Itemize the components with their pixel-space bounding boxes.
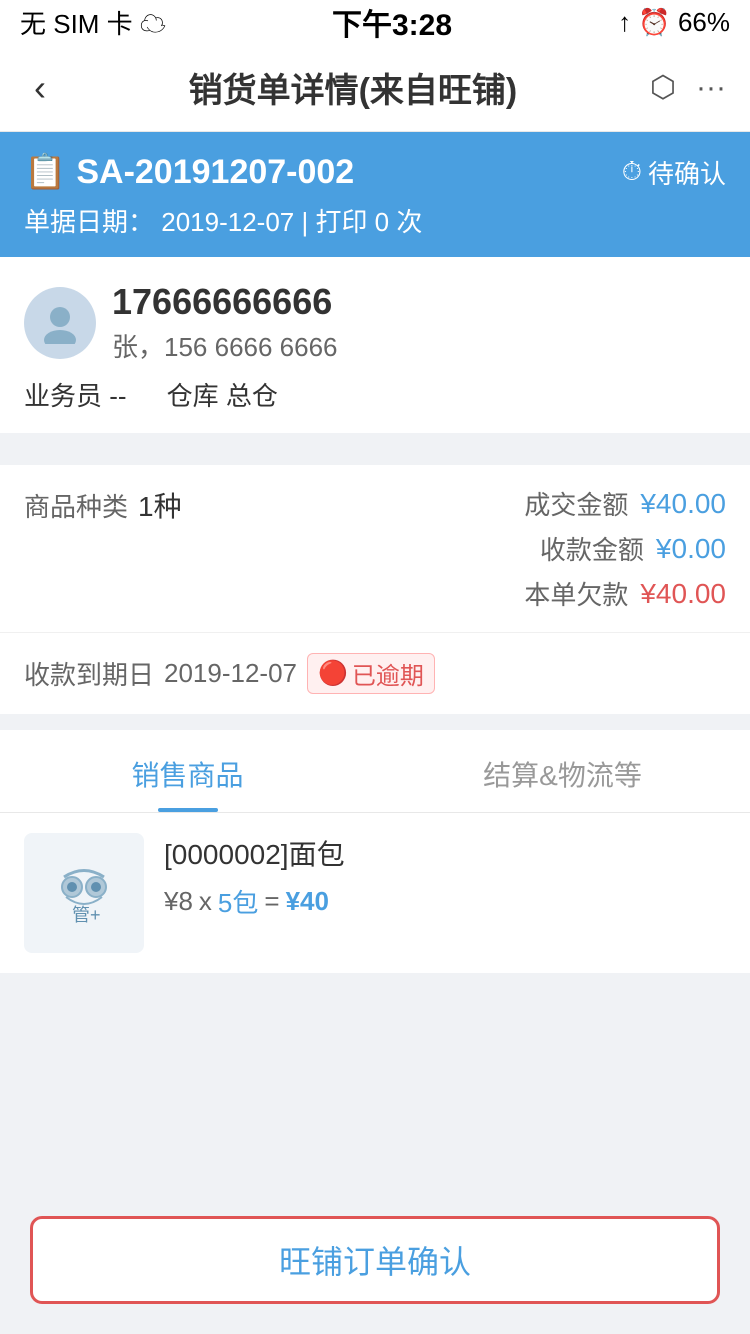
date-label: 单据日期： [24,207,154,237]
svg-text:管+: 管+ [72,905,101,925]
warehouse-info: 仓库 总仓 [167,376,278,413]
overdue-badge: 🔴 已逾期 [307,653,435,694]
product-total: ¥40 [286,886,329,917]
more-icon[interactable]: ··· [696,71,726,105]
tab-settlement[interactable]: 结算&物流等 [375,730,750,812]
product-row: 管+ [0000002]面包 ¥8 x 5包 = ¥40 [24,833,726,953]
due-section: 收款到期日 2019-12-07 🔴 已逾期 [0,633,750,714]
tabs-section: 销售商品 结算&物流等 [0,730,750,813]
section-divider-1 [0,449,750,465]
header-row1: 📋 SA-20191207-002 ⏱ 待确认 [24,152,726,192]
status-left: 无 SIM 卡 ☁ [20,4,166,41]
customer-name: 张，156 6666 6666 [112,327,338,364]
avatar [24,287,96,359]
overdue-icon: 🔴 [318,659,348,688]
product-name: [0000002]面包 [164,833,726,873]
status-bar: 无 SIM 卡 ☁ 下午3:28 ↑ ⏰ 66% [0,0,750,44]
order-date-row: 单据日期： 2019-12-07 | 打印 0 次 [24,202,726,239]
warehouse-value: 总仓 [226,381,278,411]
confirm-button[interactable]: 旺铺订单确认 [30,1216,720,1304]
amount-line: 成交金额 ¥40.00 [524,485,726,522]
print-info: | 打印 0 次 [301,207,422,237]
product-price: ¥8 [164,886,193,917]
product-thumb-icon: 管+ [44,849,124,938]
customer-phone: 17666666666 [112,281,338,323]
product-multiply: x [199,886,212,917]
date-value: 2019-12-07 [161,207,294,237]
back-button[interactable]: ‹ [24,57,56,119]
product-thumbnail: 管+ [24,833,144,953]
received-line: 收款金额 ¥0.00 [540,530,726,567]
status-right: ↑ ⏰ 66% [618,7,730,38]
due-label: 收款到期日 [24,655,154,692]
summary-right: 成交金额 ¥40.00 收款金额 ¥0.00 本单欠款 ¥40.00 [524,485,726,612]
confirm-btn-container: 旺铺订单确认 [30,1216,720,1304]
debt-line: 本单欠款 ¥40.00 [524,575,726,612]
order-header: 📋 SA-20191207-002 ⏱ 待确认 单据日期： 2019-12-07… [0,132,750,257]
order-id: 📋 SA-20191207-002 [24,152,354,192]
status-time: 下午3:28 [332,0,452,44]
section-divider-2 [0,714,750,730]
share-icon[interactable]: ⬡ [650,70,676,105]
product-qty: 5包 [218,883,258,920]
sales-info: 业务员 -- [24,376,127,413]
customer-section: 17666666666 张，156 6666 6666 业务员 -- 仓库 总仓 [0,257,750,433]
clock-icon: ⏱ [622,156,642,188]
product-section: 管+ [0000002]面包 ¥8 x 5包 = ¥40 [0,813,750,973]
sales-value: -- [109,381,126,411]
order-icon: 📋 [24,152,66,192]
due-value: 2019-12-07 [164,658,297,689]
nav-title: 销货单详情(来自旺铺) [189,63,518,112]
nav-actions: ⬡ ··· [650,70,726,105]
tab-sales-product[interactable]: 销售商品 [0,730,375,812]
product-price-row: ¥8 x 5包 = ¥40 [164,883,726,920]
overdue-text: 已逾期 [352,656,424,691]
product-info: [0000002]面包 ¥8 x 5包 = ¥40 [164,833,726,920]
customer-row: 17666666666 张，156 6666 6666 [24,281,726,364]
bottom-area [0,973,750,1253]
customer-info: 17666666666 张，156 6666 6666 [112,281,338,364]
product-equals: = [264,886,279,917]
nav-bar: ‹ 销货单详情(来自旺铺) ⬡ ··· [0,44,750,132]
status-badge: ⏱ 待确认 [622,154,726,191]
info-row: 业务员 -- 仓库 总仓 [24,376,726,413]
summary-left: 商品种类 1种 [24,485,182,525]
summary-section: 商品种类 1种 成交金额 ¥40.00 收款金额 ¥0.00 本单欠款 ¥40.… [0,465,750,632]
